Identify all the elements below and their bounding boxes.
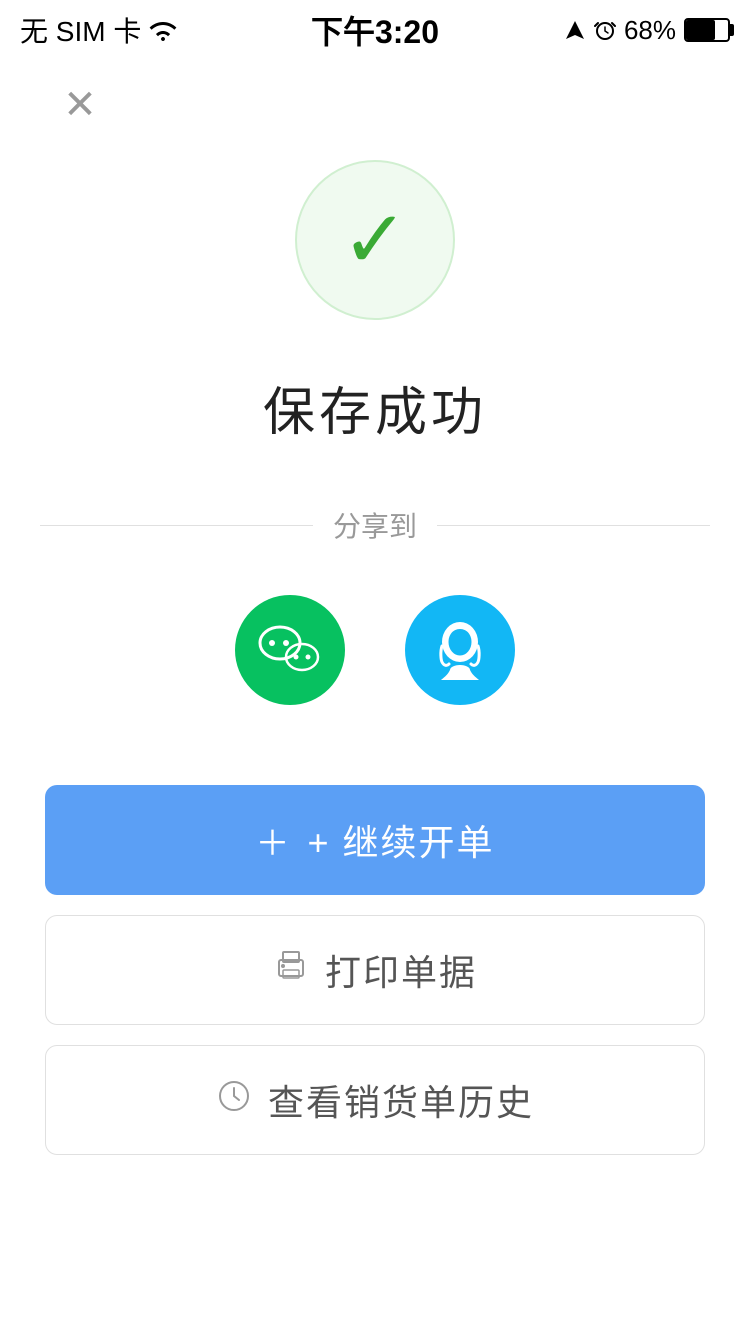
status-time: 下午3:20 — [311, 7, 439, 53]
checkmark-icon: ✓ — [341, 200, 408, 280]
qq-icon — [429, 616, 491, 684]
wechat-share-button[interactable] — [235, 595, 345, 705]
close-icon: ✕ — [63, 85, 97, 125]
status-bar: 无 SIM 卡 下午3:20 68% — [0, 0, 750, 60]
action-buttons: ＋ + 继续开单 打印单据 查看销货单历史 — [45, 785, 705, 1155]
print-icon — [273, 948, 309, 993]
share-icons — [235, 595, 515, 705]
status-left: 无 SIM 卡 — [20, 10, 177, 50]
share-label: 分享到 — [333, 505, 417, 545]
success-title: 保存成功 — [263, 370, 487, 445]
history-icon — [216, 1078, 252, 1123]
location-icon — [564, 19, 586, 41]
history-label: 查看销货单历史 — [268, 1074, 534, 1126]
close-button[interactable]: ✕ — [50, 75, 110, 135]
alarm-icon — [594, 19, 616, 41]
print-button[interactable]: 打印单据 — [45, 915, 705, 1025]
battery-percent: 68% — [624, 15, 676, 46]
plus-icon: ＋ — [255, 816, 291, 865]
status-right: 68% — [564, 15, 730, 46]
wechat-icon — [256, 621, 324, 679]
battery-icon — [684, 18, 730, 42]
history-button[interactable]: 查看销货单历史 — [45, 1045, 705, 1155]
continue-button[interactable]: ＋ + 继续开单 — [45, 785, 705, 895]
qq-share-button[interactable] — [405, 595, 515, 705]
sim-text: 无 SIM 卡 — [20, 10, 141, 50]
success-circle: ✓ — [295, 160, 455, 320]
wifi-icon — [149, 19, 177, 41]
main-content: ✓ 保存成功 分享到 — [0, 60, 750, 1155]
share-divider: 分享到 — [40, 505, 710, 545]
continue-label: + 继续开单 — [307, 814, 494, 866]
divider-right — [437, 525, 710, 526]
print-label: 打印单据 — [325, 944, 477, 996]
divider-left — [40, 525, 313, 526]
